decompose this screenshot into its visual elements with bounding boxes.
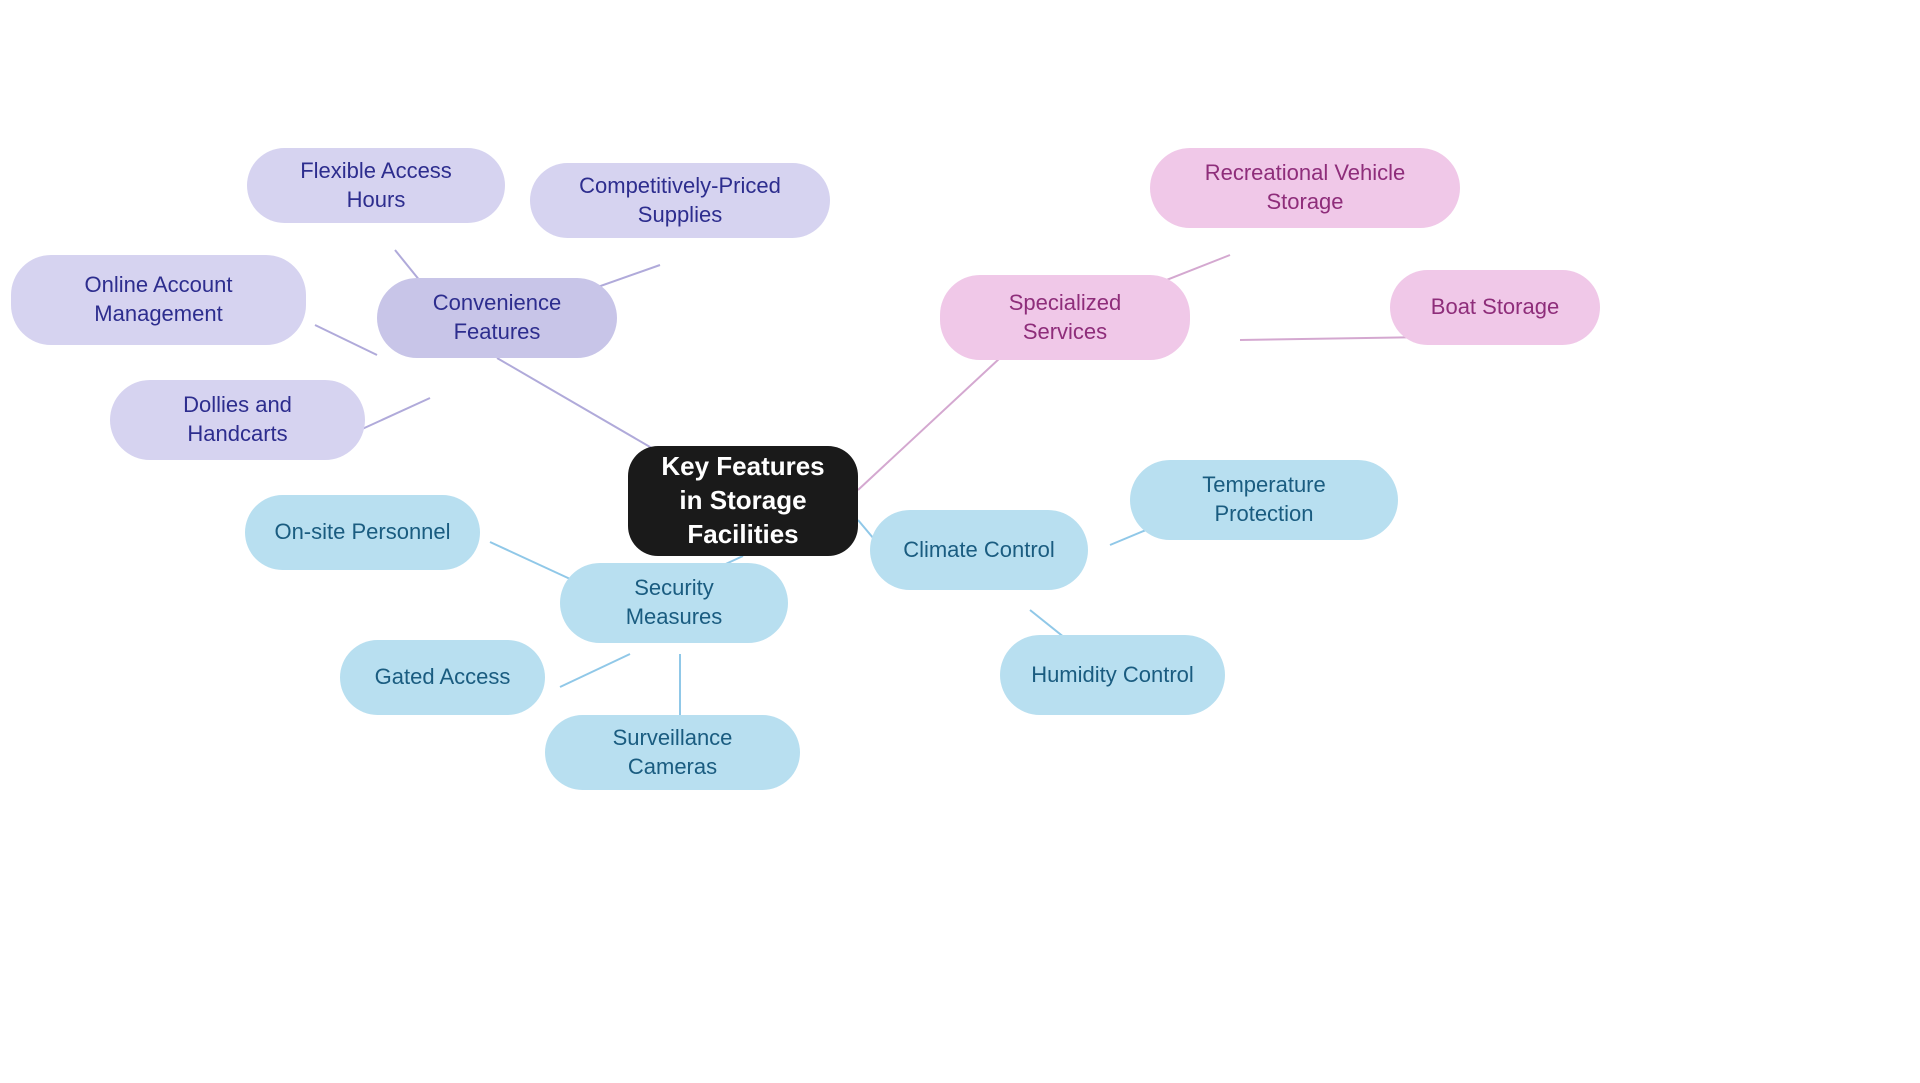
specialized-node: Specialized Services bbox=[940, 275, 1190, 360]
gated-node: Gated Access bbox=[340, 640, 545, 715]
flexible-node: Flexible Access Hours bbox=[247, 148, 505, 223]
dollies-label: Dollies and Handcarts bbox=[138, 391, 337, 448]
specialized-label: Specialized Services bbox=[968, 289, 1162, 346]
onsite-label: On-site Personnel bbox=[274, 518, 450, 547]
dollies-node: Dollies and Handcarts bbox=[110, 380, 365, 460]
center-node: Key Features in Storage Facilities bbox=[628, 446, 858, 556]
surveillance-label: Surveillance Cameras bbox=[573, 724, 772, 781]
boat-node: Boat Storage bbox=[1390, 270, 1600, 345]
temperature-label: Temperature Protection bbox=[1158, 471, 1370, 528]
onsite-node: On-site Personnel bbox=[245, 495, 480, 570]
climate-node: Climate Control bbox=[870, 510, 1088, 590]
security-label: Security Measures bbox=[588, 574, 760, 631]
online-label: Online Account Management bbox=[39, 271, 278, 328]
humidity-node: Humidity Control bbox=[1000, 635, 1225, 715]
security-node: Security Measures bbox=[560, 563, 788, 643]
gated-label: Gated Access bbox=[375, 663, 511, 692]
surveillance-node: Surveillance Cameras bbox=[545, 715, 800, 790]
convenience-label: Convenience Features bbox=[405, 289, 589, 346]
temperature-node: Temperature Protection bbox=[1130, 460, 1398, 540]
boat-label: Boat Storage bbox=[1431, 293, 1559, 322]
rv-label: Recreational Vehicle Storage bbox=[1178, 159, 1432, 216]
center-label: Key Features in Storage Facilities bbox=[656, 450, 830, 551]
convenience-node: Convenience Features bbox=[377, 278, 617, 358]
humidity-label: Humidity Control bbox=[1031, 661, 1194, 690]
rv-node: Recreational Vehicle Storage bbox=[1150, 148, 1460, 228]
flexible-label: Flexible Access Hours bbox=[275, 157, 477, 214]
supplies-node: Competitively-Priced Supplies bbox=[530, 163, 830, 238]
climate-label: Climate Control bbox=[903, 536, 1055, 565]
supplies-label: Competitively-Priced Supplies bbox=[558, 172, 802, 229]
online-node: Online Account Management bbox=[11, 255, 306, 345]
